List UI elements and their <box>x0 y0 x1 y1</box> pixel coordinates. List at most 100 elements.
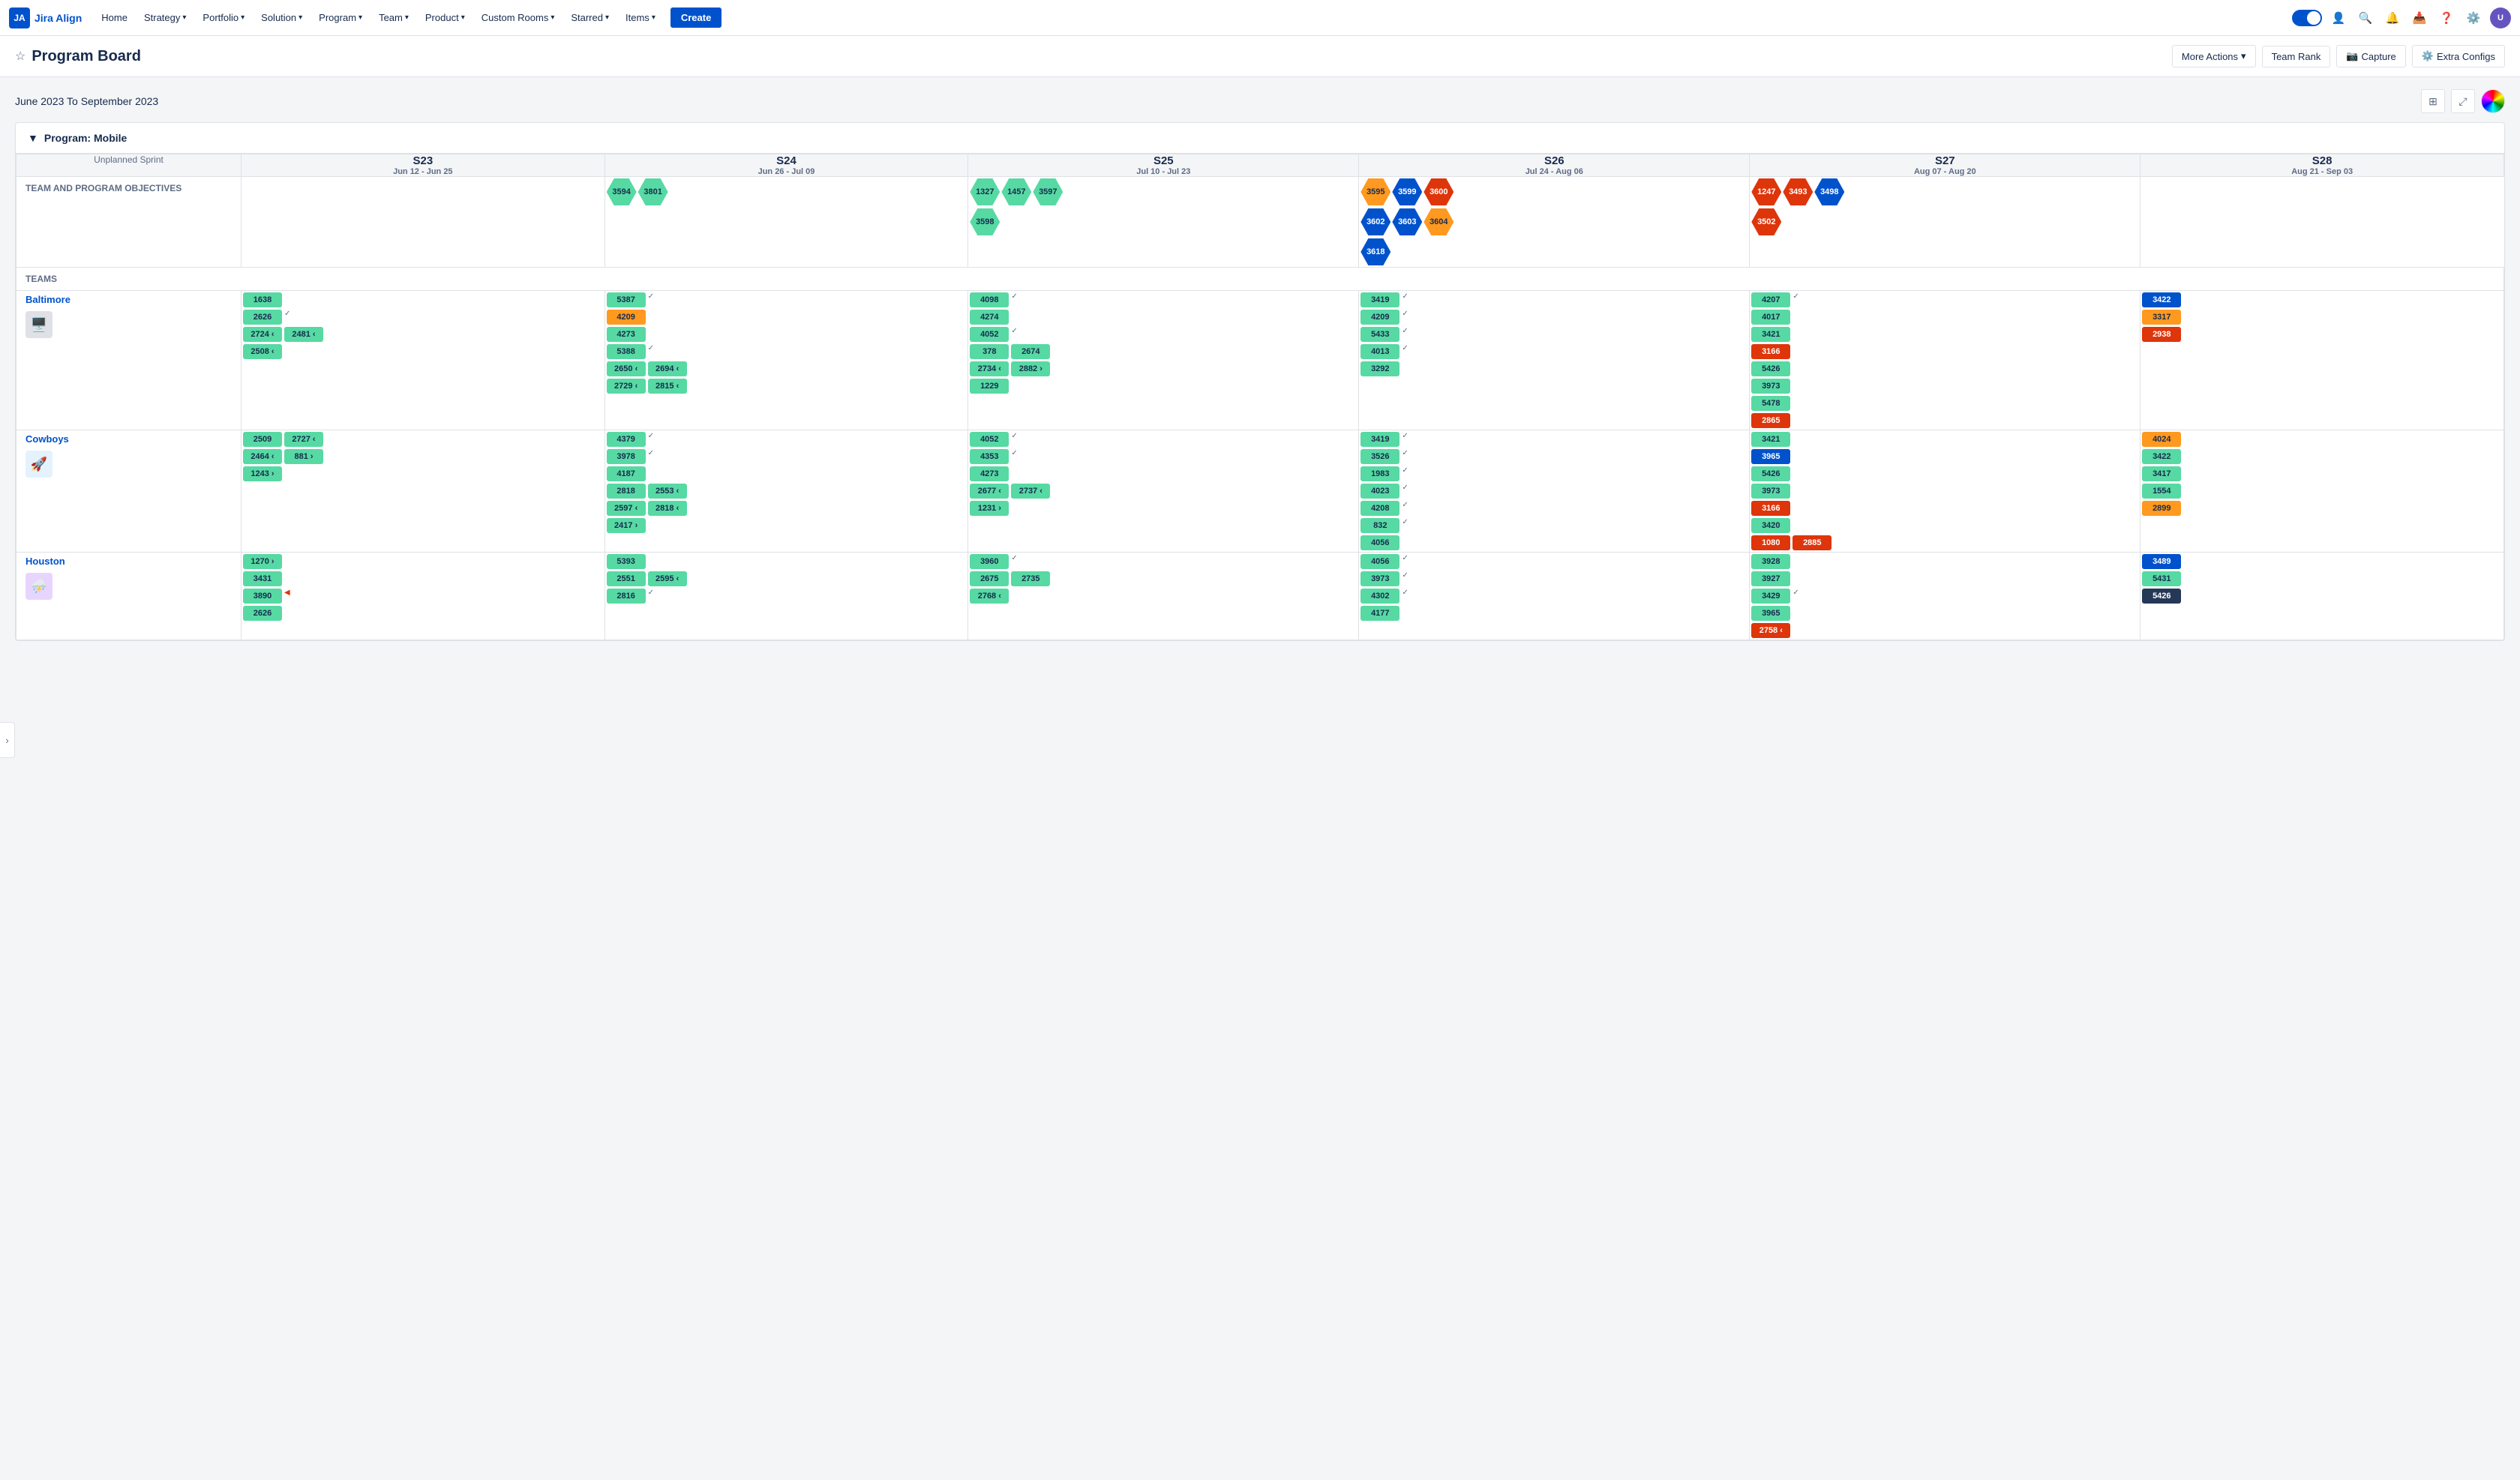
story-card[interactable]: 5433 <box>1360 327 1400 342</box>
story-card[interactable]: 1080 <box>1751 535 1790 550</box>
expand-view-button[interactable]: ⤢ <box>2451 89 2475 113</box>
story-card[interactable]: 4209 <box>607 310 646 325</box>
story-card[interactable]: 2509 <box>243 432 282 447</box>
story-card[interactable]: 2938 <box>2142 327 2181 342</box>
story-card[interactable]: 3928 <box>1751 554 1790 569</box>
objective-hex[interactable]: 3603 <box>1392 208 1422 235</box>
story-card[interactable]: 3166 <box>1751 344 1790 359</box>
story-card[interactable]: 5387 <box>607 292 646 307</box>
objective-hex[interactable]: 1457 <box>1001 178 1031 205</box>
objective-hex[interactable]: 3594 <box>607 178 637 205</box>
story-card[interactable]: 2626 <box>243 310 282 325</box>
theme-toggle[interactable] <box>2292 10 2322 26</box>
story-card[interactable]: 2729 ‹ <box>607 379 646 394</box>
story-card[interactable]: 2694 ‹ <box>648 361 687 376</box>
story-card[interactable]: 4379 <box>607 432 646 447</box>
star-icon[interactable]: ☆ <box>15 49 26 64</box>
objective-hex[interactable]: 3604 <box>1424 208 1454 235</box>
story-card[interactable]: 4177 <box>1360 606 1400 621</box>
houston-team-link[interactable]: Houston <box>16 553 241 570</box>
story-card[interactable]: 3965 <box>1751 449 1790 464</box>
baltimore-team-link[interactable]: Baltimore <box>16 291 241 308</box>
nav-items[interactable]: Items ▾ <box>618 7 663 28</box>
story-card[interactable]: 2595 ‹ <box>648 571 687 586</box>
objective-hex[interactable]: 3498 <box>1814 178 1844 205</box>
avatar[interactable]: U <box>2490 7 2511 28</box>
color-picker-button[interactable] <box>2481 89 2505 113</box>
objective-hex[interactable]: 3502 <box>1751 208 1781 235</box>
story-card[interactable]: 2597 ‹ <box>607 501 646 516</box>
story-card[interactable]: 1270 › <box>243 554 282 569</box>
bell-icon[interactable]: 🔔 <box>2382 7 2403 28</box>
story-card[interactable]: 2865 <box>1751 413 1790 428</box>
nav-product[interactable]: Product ▾ <box>418 7 472 28</box>
objective-hex[interactable]: 3599 <box>1392 178 1422 205</box>
story-card[interactable]: 2417 › <box>607 518 646 533</box>
story-card[interactable]: 4023 <box>1360 484 1400 499</box>
story-card[interactable]: 3965 <box>1751 606 1790 621</box>
story-card[interactable]: 5388 <box>607 344 646 359</box>
search-icon[interactable]: 🔍 <box>2355 7 2376 28</box>
story-card[interactable]: 1554 <box>2142 484 2181 499</box>
team-rank-button[interactable]: Team Rank <box>2262 46 2331 67</box>
story-card[interactable]: 881 › <box>284 449 323 464</box>
story-card[interactable]: 1983 <box>1360 466 1400 481</box>
story-card[interactable]: 4273 <box>970 466 1009 481</box>
story-card[interactable]: 2481 ‹ <box>284 327 323 342</box>
story-card[interactable]: 3973 <box>1751 379 1790 394</box>
story-card[interactable]: 2464 ‹ <box>243 449 282 464</box>
more-actions-button[interactable]: More Actions ▾ <box>2172 45 2256 67</box>
story-card[interactable]: 3973 <box>1751 484 1790 499</box>
story-card[interactable]: 3317 <box>2142 310 2181 325</box>
story-card[interactable]: 2818 <box>607 484 646 499</box>
extra-configs-button[interactable]: ⚙️ Extra Configs <box>2412 45 2505 67</box>
story-card[interactable]: 5393 <box>607 554 646 569</box>
story-card[interactable]: 3429 <box>1751 589 1790 604</box>
story-card[interactable]: 2768 ‹ <box>970 589 1009 604</box>
story-card[interactable]: 832 <box>1360 518 1400 533</box>
story-card[interactable]: 2758 ‹ <box>1751 623 1790 638</box>
objective-hex[interactable]: 3493 <box>1783 178 1813 205</box>
user-icon[interactable]: 👤 <box>2328 7 2349 28</box>
logo[interactable]: JA Jira Align <box>9 7 82 28</box>
story-card[interactable]: 3421 <box>1751 432 1790 447</box>
story-card[interactable]: 4013 <box>1360 344 1400 359</box>
story-card[interactable]: 3421 <box>1751 327 1790 342</box>
nav-strategy[interactable]: Strategy ▾ <box>136 7 194 28</box>
story-card[interactable]: 3526 <box>1360 449 1400 464</box>
story-card[interactable]: 4187 <box>607 466 646 481</box>
story-card[interactable]: 2735 <box>1011 571 1050 586</box>
story-card[interactable]: 5426 <box>2142 589 2181 604</box>
story-card[interactable]: 3431 <box>243 571 282 586</box>
story-card[interactable]: 2882 › <box>1011 361 1050 376</box>
story-card[interactable]: 3422 <box>2142 292 2181 307</box>
story-card[interactable]: 2737 ‹ <box>1011 484 1050 499</box>
nav-solution[interactable]: Solution ▾ <box>254 7 310 28</box>
story-card[interactable]: 3960 <box>970 554 1009 569</box>
story-card[interactable]: 5431 <box>2142 571 2181 586</box>
story-card[interactable]: 1638 <box>243 292 282 307</box>
story-card[interactable]: 3292 <box>1360 361 1400 376</box>
story-card[interactable]: 4098 <box>970 292 1009 307</box>
story-card[interactable]: 4052 <box>970 327 1009 342</box>
nav-team[interactable]: Team ▾ <box>371 7 416 28</box>
story-card[interactable]: 4017 <box>1751 310 1790 325</box>
grid-view-button[interactable]: ⊞ <box>2421 89 2445 113</box>
nav-program[interactable]: Program ▾ <box>311 7 370 28</box>
objective-hex[interactable]: 3595 <box>1360 178 1390 205</box>
story-card[interactable]: 2626 <box>243 606 282 621</box>
cowboys-team-link[interactable]: Cowboys <box>16 430 241 448</box>
help-icon[interactable]: ❓ <box>2436 7 2457 28</box>
objective-hex[interactable]: 1327 <box>970 178 1000 205</box>
story-card[interactable]: 2677 ‹ <box>970 484 1009 499</box>
story-card[interactable]: 1243 › <box>243 466 282 481</box>
story-card[interactable]: 2674 <box>1011 344 1050 359</box>
story-card[interactable]: 3890 <box>243 589 282 604</box>
story-card[interactable]: 4056 <box>1360 554 1400 569</box>
story-card[interactable]: 3489 <box>2142 554 2181 569</box>
story-card[interactable]: 4274 <box>970 310 1009 325</box>
sidebar-toggle[interactable]: › <box>0 722 15 758</box>
create-button[interactable]: Create <box>670 7 722 28</box>
story-card[interactable]: 4353 <box>970 449 1009 464</box>
objective-hex[interactable]: 3598 <box>970 208 1000 235</box>
